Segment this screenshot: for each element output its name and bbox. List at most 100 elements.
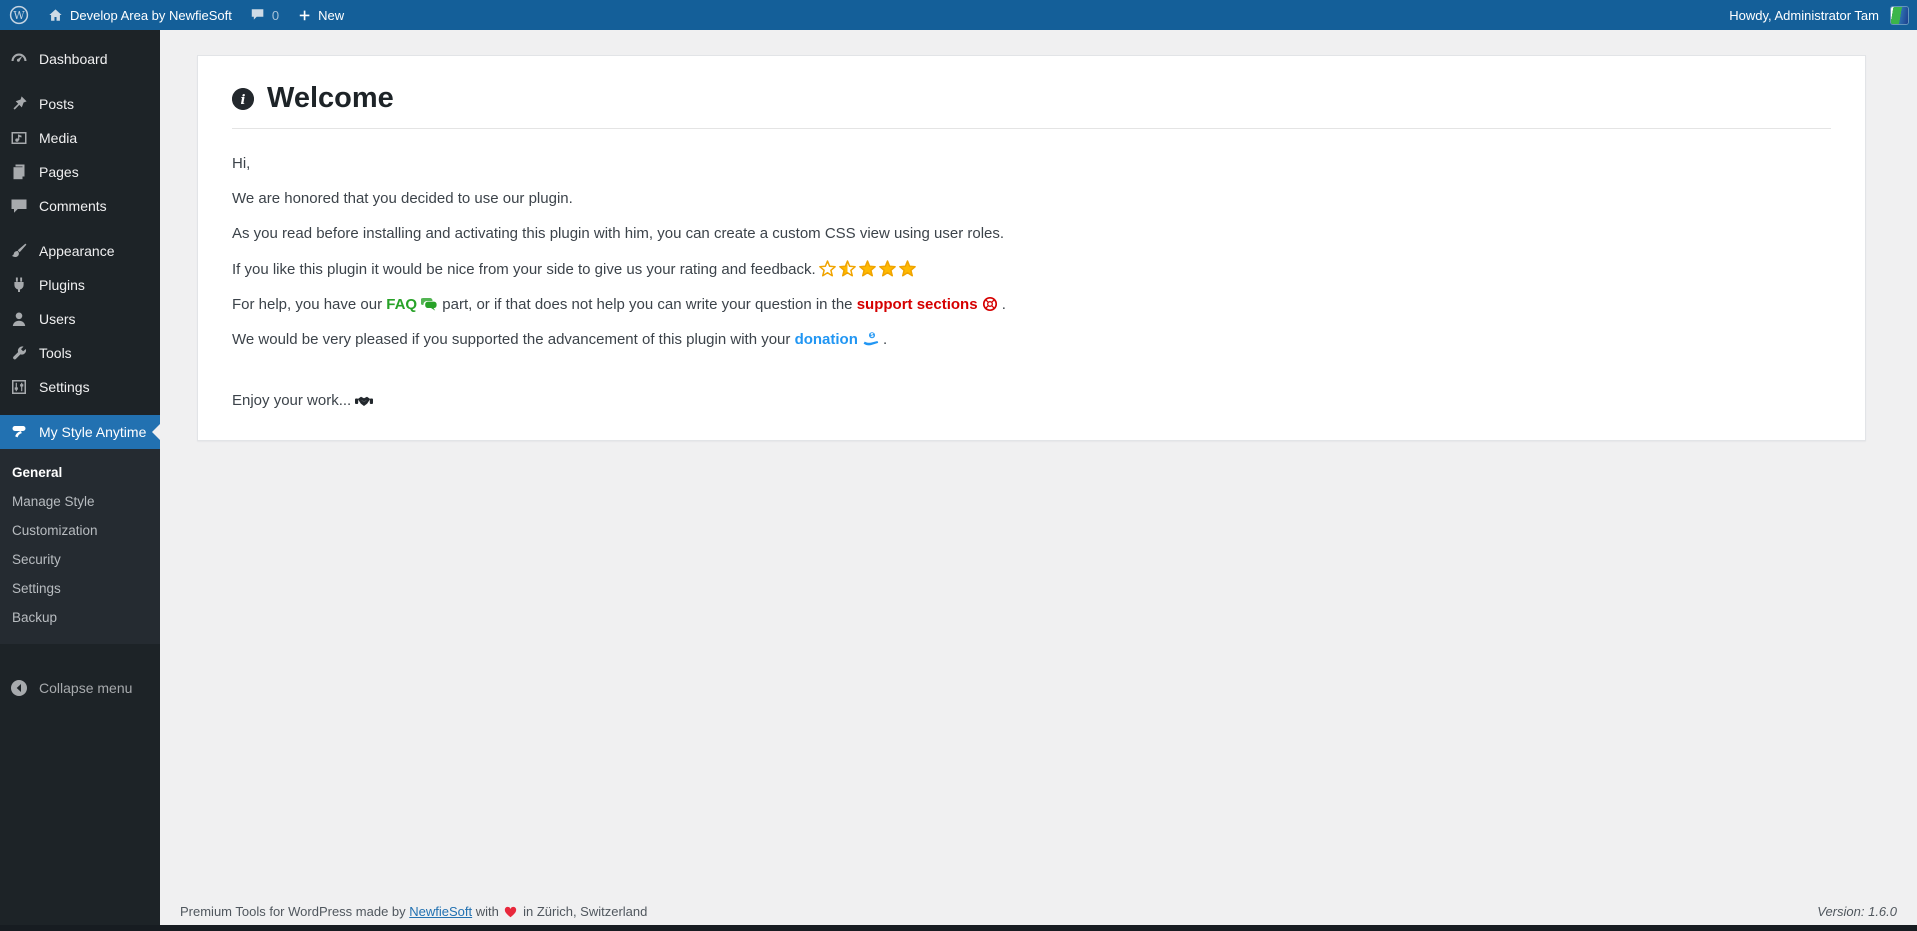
admin-bar-right: Howdy, Administrator Tam	[1720, 0, 1917, 30]
star-icon[interactable]	[898, 260, 916, 277]
comments-icon	[11, 199, 27, 213]
svg-text:$: $	[870, 333, 873, 339]
wordpress-logo-icon: W	[9, 5, 29, 25]
star-icon[interactable]	[818, 260, 836, 277]
sidebar-item-pages[interactable]: Pages	[0, 155, 160, 189]
admin-footer: Premium Tools for WordPress made by Newf…	[180, 904, 1897, 919]
sidebar-item-label: My Style Anytime	[39, 424, 147, 440]
sidebar-item-my-style-anytime[interactable]: My Style Anytime	[0, 415, 160, 449]
star-icon[interactable]	[878, 260, 896, 277]
paint-roller-icon	[12, 426, 26, 438]
menu-separator	[0, 76, 160, 87]
heart-icon	[505, 906, 517, 918]
avatar	[1891, 6, 1908, 24]
active-item-arrow	[144, 424, 160, 440]
media-icon	[11, 132, 27, 144]
sidebar-item-label: Appearance	[39, 243, 115, 259]
submenu-item-settings[interactable]: Settings	[0, 574, 160, 603]
my-account-menu[interactable]: Howdy, Administrator Tam	[1720, 0, 1917, 30]
paragraph-hi: Hi,	[232, 155, 251, 172]
submenu-item-security[interactable]: Security	[0, 545, 160, 574]
sidebar-item-plugins[interactable]: Plugins	[0, 268, 160, 302]
paintbrush-icon	[11, 243, 27, 258]
bottom-edge-strip	[0, 925, 1917, 931]
enjoy-text: Enjoy your work...	[232, 392, 352, 409]
rating-stars	[816, 260, 916, 278]
welcome-title: Welcome	[267, 82, 394, 114]
wordpress-logo-menu[interactable]: W	[0, 0, 38, 30]
paragraph-help: For help, you have our FAQ part, or if t…	[232, 296, 1831, 314]
paragraph-enjoy: Enjoy your work...	[232, 392, 1831, 410]
sidebar-item-appearance[interactable]: Appearance	[0, 234, 160, 268]
svg-text:W: W	[13, 9, 25, 22]
handshake-icon	[355, 396, 374, 406]
sidebar-item-label: Comments	[39, 198, 107, 214]
paragraph-read: As you read before installing and activa…	[232, 225, 1005, 242]
comments-count-badge: 0	[271, 7, 280, 23]
footer-text-1: Premium Tools for WordPress made by	[180, 904, 410, 919]
site-name-link[interactable]: Develop Area by NewfieSoft	[38, 0, 241, 30]
main-content: i Welcome Hi, We are honored that you de…	[160, 30, 1917, 925]
donation-link[interactable]: donation	[795, 331, 858, 348]
sidebar-item-settings[interactable]: Settings	[0, 370, 160, 404]
sidebar-item-comments[interactable]: Comments	[0, 189, 160, 223]
sidebar-item-label: Posts	[39, 96, 75, 112]
dashboard-icon	[11, 53, 27, 62]
sidebar-item-media[interactable]: Media	[0, 121, 160, 155]
newfiesoft-link[interactable]: NewfieSoft	[409, 904, 472, 919]
wordpress-admin-page: W Develop Area by NewfieSoft 0 New Howdy…	[0, 0, 1917, 931]
help-text-2: part, or if that does not help you can w…	[438, 296, 857, 313]
menu-separator	[0, 223, 160, 234]
new-label: New	[318, 7, 345, 23]
collapse-menu-button[interactable]: Collapse menu	[0, 670, 160, 706]
home-icon	[49, 8, 62, 21]
sidebar-item-label: Tools	[39, 345, 72, 361]
settings-sliders-icon	[12, 380, 26, 394]
pushpin-icon	[13, 96, 27, 110]
donate-text-2: .	[878, 331, 888, 348]
star-icon[interactable]	[838, 260, 856, 277]
plus-icon	[299, 10, 310, 20]
star-icon[interactable]	[858, 260, 876, 277]
welcome-panel: i Welcome Hi, We are honored that you de…	[197, 55, 1866, 441]
wrench-icon	[13, 346, 27, 360]
svg-text:i: i	[241, 93, 246, 108]
comments-admin-link[interactable]: 0	[241, 0, 288, 30]
comment-bubble-icon	[251, 9, 264, 20]
sidebar-item-label: Users	[39, 311, 76, 327]
sidebar-item-label: Dashboard	[39, 51, 108, 67]
sidebar-item-tools[interactable]: Tools	[0, 336, 160, 370]
pages-icon	[13, 164, 25, 180]
faq-link[interactable]: FAQ	[386, 296, 417, 313]
admin-bar: W Develop Area by NewfieSoft 0 New Howdy…	[0, 0, 1917, 30]
support-sections-link[interactable]: support sections	[857, 296, 978, 313]
menu-separator	[0, 404, 160, 415]
footer-text-2: with	[472, 904, 503, 919]
submenu-item-manage-style[interactable]: Manage Style	[0, 487, 160, 516]
lifebuoy-icon	[982, 296, 997, 312]
footer-credit: Premium Tools for WordPress made by Newf…	[180, 904, 647, 919]
admin-sidebar: Dashboard Posts Media Pages Comments App…	[0, 30, 160, 925]
submenu-item-customization[interactable]: Customization	[0, 516, 160, 545]
submenu-item-backup[interactable]: Backup	[0, 603, 160, 632]
info-icon: i	[232, 87, 254, 110]
sidebar-item-users[interactable]: Users	[0, 302, 160, 336]
admin-menu: Dashboard Posts Media Pages Comments App…	[0, 30, 160, 706]
rating-text: If you like this plugin it would be nice…	[232, 261, 816, 278]
admin-bar-left: W Develop Area by NewfieSoft 0 New	[0, 0, 353, 30]
site-name-label: Develop Area by NewfieSoft	[70, 7, 232, 23]
howdy-label: Howdy, Administrator Tam	[1729, 7, 1879, 23]
collapse-arrow-icon	[11, 680, 27, 696]
submenu-item-general[interactable]: General	[0, 458, 160, 487]
version-label: Version: 1.6.0	[1817, 904, 1897, 919]
sidebar-item-label: Plugins	[39, 277, 85, 293]
donation-hand-icon: $	[863, 332, 879, 346]
sidebar-item-label: Settings	[39, 379, 90, 395]
new-content-menu[interactable]: New	[288, 0, 353, 30]
help-text-1: For help, you have our	[232, 296, 387, 313]
chat-bubbles-icon	[419, 298, 437, 311]
help-text-3: .	[997, 296, 1006, 313]
sidebar-item-posts[interactable]: Posts	[0, 87, 160, 121]
sidebar-item-dashboard[interactable]: Dashboard	[0, 42, 160, 76]
sidebar-item-label: Media	[39, 130, 78, 146]
